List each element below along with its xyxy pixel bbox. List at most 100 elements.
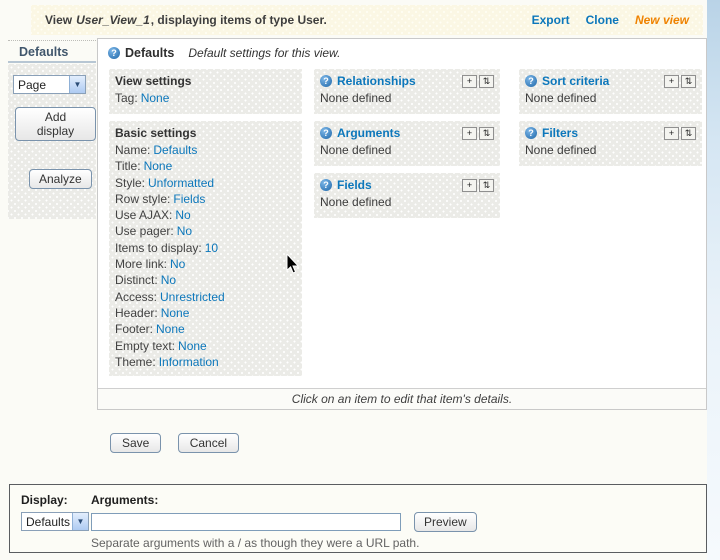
setting-value-link[interactable]: Fields (173, 192, 205, 206)
relationships-link[interactable]: Relationships (337, 74, 416, 88)
help-icon[interactable]: ? (525, 127, 537, 139)
clone-link[interactable]: Clone (586, 13, 619, 27)
panel-sort-criteria: ? Sort criteria + ⇅ None defined (519, 69, 702, 114)
add-icon[interactable]: + (664, 126, 679, 140)
panel-basic-settings: Basic settings Name: Defaults Title: None … (109, 121, 302, 376)
setting-value-link[interactable]: 10 (205, 241, 218, 255)
fields-empty-text: None defined (320, 195, 392, 209)
tab-defaults[interactable]: Defaults (8, 40, 96, 63)
filters-link[interactable]: Filters (542, 126, 578, 140)
setting-row-style: Style: Unformatted (115, 175, 296, 191)
view-title-prefix: View (45, 13, 73, 27)
settings-column-3: ? Sort criteria + ⇅ None defined ? Filte… (519, 69, 702, 376)
panel-fields: ? Fields + ⇅ None defined (314, 173, 500, 218)
setting-label: Access: (115, 289, 158, 304)
fields-link[interactable]: Fields (337, 178, 372, 192)
add-display-button[interactable]: Add display (15, 107, 96, 141)
display-label: Display: (21, 493, 68, 507)
setting-value-link[interactable]: None (156, 322, 185, 336)
new-view-link[interactable]: New view (635, 13, 689, 27)
sort-criteria-empty-text: None defined (525, 91, 597, 105)
setting-value-link[interactable]: No (175, 208, 190, 222)
setting-value-link[interactable]: None (161, 306, 190, 320)
page-edge-gradient (707, 0, 720, 560)
setting-row-tag: Tag: None (115, 90, 296, 106)
rearrange-icon[interactable]: ⇅ (479, 178, 494, 192)
arguments-link[interactable]: Arguments (337, 126, 400, 140)
display-type-select[interactable]: Page ▼ (13, 75, 86, 94)
rearrange-icon[interactable]: ⇅ (479, 126, 494, 140)
panel-relationships: ? Relationships + ⇅ None defined (314, 69, 500, 114)
display-type-select-value: Page (18, 78, 47, 92)
sidebar-controls: Page ▼ Add display Analyze (8, 64, 96, 219)
rearrange-icon[interactable]: ⇅ (681, 74, 696, 88)
setting-row-use-ajax: Use AJAX: No (115, 207, 296, 223)
setting-label: Style: (115, 175, 146, 190)
setting-row-distinct: Distinct: No (115, 272, 296, 288)
arguments-input[interactable] (91, 513, 401, 531)
setting-value-link[interactable]: None (141, 91, 170, 105)
panel-basic-settings-title: Basic settings (115, 126, 197, 140)
add-icon[interactable]: + (462, 126, 477, 140)
setting-value-link[interactable]: Unrestricted (160, 290, 225, 304)
view-title-suffix: , displaying items of type User. (150, 13, 327, 27)
setting-label: Tag: (115, 91, 138, 105)
preview-button[interactable]: Preview (414, 512, 477, 532)
relationships-empty-text: None defined (320, 91, 392, 105)
help-icon[interactable]: ? (320, 127, 332, 139)
setting-label: Header: (115, 305, 158, 320)
live-preview-box: Display: Defaults ▼ Arguments: Preview S… (9, 484, 707, 553)
cancel-button[interactable]: Cancel (177, 433, 240, 453)
add-icon[interactable]: + (462, 178, 477, 192)
setting-value-link[interactable]: Defaults (153, 143, 197, 157)
analyze-button[interactable]: Analyze (29, 169, 92, 189)
setting-row-footer: Footer: None (115, 321, 296, 337)
setting-value-link[interactable]: No (161, 273, 176, 287)
help-icon[interactable]: ? (320, 179, 332, 191)
setting-label: Row style: (115, 191, 171, 206)
setting-row-items-to-display: Items to display: 10 (115, 240, 296, 256)
setting-label: Empty text: (115, 338, 176, 353)
rearrange-icon[interactable]: ⇅ (681, 126, 696, 140)
sort-criteria-link[interactable]: Sort criteria (542, 74, 609, 88)
displays-sidebar: Defaults Page ▼ Add display Analyze (8, 40, 96, 219)
preview-display-select[interactable]: Defaults ▼ (21, 512, 89, 531)
view-links: Export Clone New view (532, 13, 689, 27)
export-link[interactable]: Export (532, 13, 570, 27)
setting-row-header: Header: None (115, 305, 296, 321)
add-icon[interactable]: + (664, 74, 679, 88)
setting-value-link[interactable]: Information (159, 355, 219, 369)
save-button[interactable]: Save (110, 433, 162, 453)
help-icon[interactable]: ? (320, 75, 332, 87)
setting-row-row-style: Row style: Fields (115, 191, 296, 207)
setting-value-link[interactable]: No (177, 224, 192, 238)
chevron-down-icon: ▼ (72, 513, 88, 530)
setting-label: Theme: (115, 354, 156, 369)
settings-column-2: ? Relationships + ⇅ None defined ? Argum… (314, 69, 500, 376)
rearrange-icon[interactable]: ⇅ (479, 74, 494, 88)
help-icon[interactable]: ? (108, 47, 120, 59)
setting-row-theme: Theme: Information (115, 354, 296, 370)
chevron-down-icon: ▼ (69, 76, 85, 93)
setting-value-link[interactable]: Unformatted (148, 176, 214, 190)
arguments-help-text: Separate arguments with a / as though th… (91, 536, 420, 550)
setting-row-access: Access: Unrestricted (115, 289, 296, 305)
form-actions: Save Cancel (110, 433, 252, 453)
panel-view-settings: View settings Tag: None (109, 69, 302, 114)
display-heading-title: Defaults (125, 46, 175, 60)
add-icon[interactable]: + (462, 74, 477, 88)
setting-row-empty-text: Empty text: None (115, 338, 296, 354)
preview-display-select-value: Defaults (26, 515, 71, 529)
setting-value-link[interactable]: No (170, 257, 185, 271)
setting-value-link[interactable]: None (144, 159, 173, 173)
panel-arguments: ? Arguments + ⇅ None defined (314, 121, 500, 166)
setting-row-name: Name: Defaults (115, 142, 296, 158)
preview-arguments-field: Arguments: Preview Separate arguments wi… (91, 493, 477, 550)
setting-label: Title: (115, 159, 141, 174)
view-name: User_View_1 (76, 13, 150, 27)
setting-value-link[interactable]: None (178, 339, 207, 353)
help-icon[interactable]: ? (525, 75, 537, 87)
setting-row-more-link: More link: No (115, 256, 296, 272)
setting-label: Distinct: (115, 273, 158, 288)
panel-filters: ? Filters + ⇅ None defined (519, 121, 702, 166)
